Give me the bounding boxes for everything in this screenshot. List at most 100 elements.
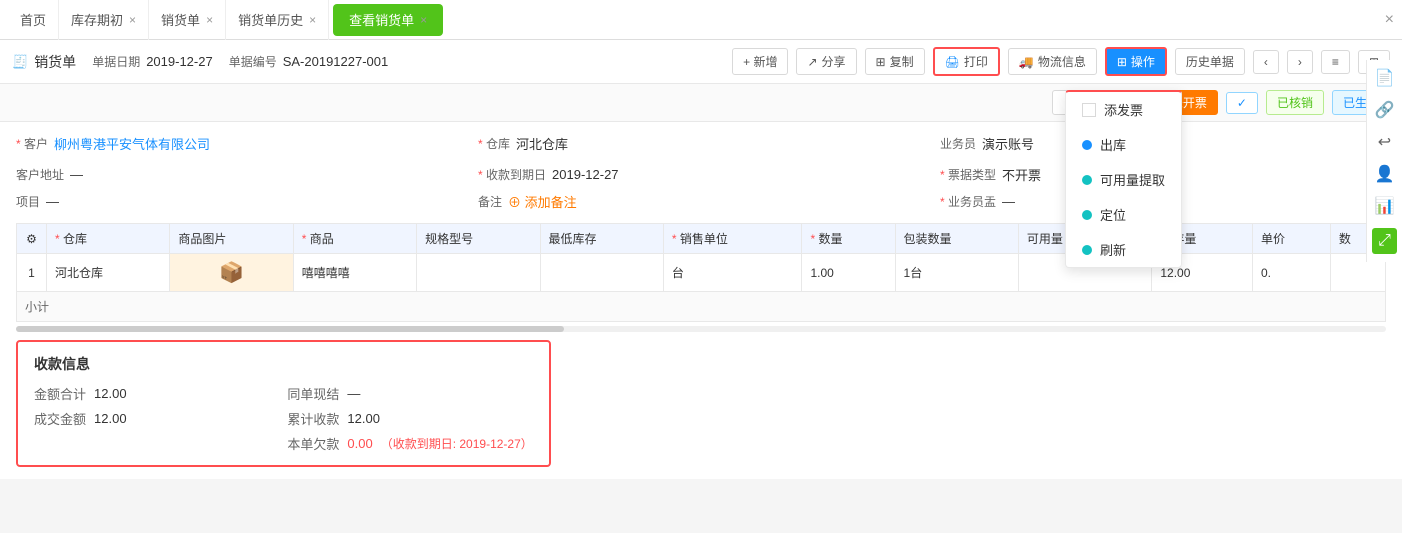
list-view-button[interactable]: ≡ — [1321, 50, 1350, 74]
due-date-field: 收款到期日 2019-12-27 — [478, 165, 924, 184]
col-gear[interactable]: ⚙ — [17, 224, 47, 254]
payment-title: 收款信息 — [34, 354, 533, 374]
balance-value: 0.00 — [347, 436, 372, 451]
plus-icon: ⊕ — [508, 195, 521, 210]
sidebar-user-icon[interactable]: 👤 — [1375, 164, 1395, 184]
add-invoice-checkbox[interactable] — [1082, 103, 1096, 117]
payment-grid: 金额合计 12.00 同单现结 — 成交金额 12.00 累计收款 12.00 … — [34, 384, 533, 453]
total-amount-value: 12.00 — [94, 386, 127, 401]
doc-title-area: 🧾 销货单 — [12, 52, 76, 72]
tab-sales-history[interactable]: 销货单历史 × — [226, 0, 329, 40]
doc-title-label: 销货单 — [34, 52, 76, 72]
col-min-stock: 最低库存 — [540, 224, 663, 254]
tab-sales[interactable]: 销货单 × — [149, 0, 226, 40]
confirm-button[interactable]: ✓ — [1226, 92, 1258, 114]
doc-actions: + 新增 ↗ 分享 ⊞ 复制 🖨 打印 🚚 物流信息 ⊞ 操作 历史单据 ‹ ›… — [732, 47, 1390, 76]
locate-item[interactable]: 定位 — [1066, 197, 1181, 232]
row-image: 📦 — [170, 254, 293, 292]
row-product: 嘻嘻嘻嘻 — [293, 254, 416, 292]
tab-inventory-close[interactable]: × — [129, 13, 136, 27]
copy-button[interactable]: ⊞ 复制 — [865, 48, 925, 75]
history-button[interactable]: 历史单据 — [1175, 48, 1245, 75]
warehouse-field: 仓库 河北仓库 — [478, 134, 924, 153]
right-sidebar: 📄 🔗 ↩ 👤 📊 ⤢ — [1366, 60, 1402, 262]
address-field: 客户地址 — — [16, 165, 462, 184]
share-button[interactable]: ↗ 分享 — [796, 48, 856, 75]
due-date-label: 收款到期日 — [478, 166, 546, 183]
sidebar-back-icon[interactable]: ↩ — [1378, 132, 1391, 152]
add-invoice-item[interactable]: 添发票 — [1066, 92, 1181, 127]
sidebar-expand-icon[interactable]: ⤢ — [1372, 228, 1397, 254]
logistics-button[interactable]: 🚚 物流信息 — [1008, 48, 1097, 75]
refresh-item[interactable]: 刷新 — [1066, 232, 1181, 267]
doc-meta: 单据日期 2019-12-27 单据编号 SA-20191227-001 — [92, 53, 388, 70]
subtotal-row: 小计 — [17, 292, 1386, 322]
note-add[interactable]: ⊕ 添加备注 — [508, 192, 577, 211]
confirm-icon: ✓ — [1237, 96, 1247, 110]
doc-date-label: 单据日期 — [92, 53, 140, 70]
subtotal-label: 小计 — [17, 292, 1386, 322]
print-button[interactable]: 🖨 打印 — [933, 47, 1000, 76]
customer-value[interactable]: 柳州粤港平安气体有限公司 — [54, 134, 210, 153]
col-warehouse: 仓库 — [47, 224, 170, 254]
balance-note: （收款到期日: 2019-12-27） — [381, 435, 533, 452]
locate-dot — [1082, 210, 1092, 220]
col-pack-qty: 包装数量 — [895, 224, 1018, 254]
cumulative-row: 累计收款 12.00 — [287, 409, 532, 428]
status-sold: 已核销 — [1266, 90, 1324, 115]
tab-sales-close[interactable]: × — [206, 13, 213, 27]
outbound-item[interactable]: 出库 — [1066, 127, 1181, 162]
outbound-dot — [1082, 140, 1092, 150]
address-label: 客户地址 — [16, 166, 64, 183]
next-button[interactable]: › — [1287, 50, 1313, 74]
sidebar-chart-icon[interactable]: 📊 — [1375, 196, 1395, 216]
col-product: 商品 — [293, 224, 416, 254]
bottom-section: 收款信息 金额合计 12.00 同单现结 — 成交金额 12.00 累计收款 1… — [16, 340, 1386, 467]
print-icon: 🖨 — [945, 55, 960, 69]
project-field: 项目 — — [16, 192, 462, 211]
table-scrollbar[interactable] — [16, 326, 1386, 332]
transaction-value: 12.00 — [94, 411, 127, 426]
tab-home[interactable]: 首页 — [8, 0, 59, 40]
col-image: 商品图片 — [170, 224, 293, 254]
copy-icon: ⊞ — [876, 55, 886, 69]
operation-button[interactable]: ⊞ 操作 — [1105, 47, 1167, 76]
row-price: 0. — [1252, 254, 1330, 292]
op-icon: ⊞ — [1117, 55, 1127, 69]
warehouse-label: 仓库 — [478, 135, 510, 152]
available-qty-item[interactable]: 可用量提取 — [1066, 162, 1181, 197]
col-price: 单价 — [1252, 224, 1330, 254]
salesperson-label: 业务员盂 — [940, 193, 996, 210]
row-warehouse: 河北仓库 — [47, 254, 170, 292]
doc-icon: 🧾 — [12, 54, 28, 70]
project-label: 项目 — [16, 193, 40, 210]
doc-no-label: 单据编号 — [229, 53, 277, 70]
staff-label: 业务员 — [940, 135, 976, 152]
available-qty-dot — [1082, 175, 1092, 185]
doc-date-item: 单据日期 2019-12-27 — [92, 53, 213, 70]
add-button[interactable]: + 新增 — [732, 48, 788, 75]
warehouse-value: 河北仓库 — [516, 134, 568, 153]
address-value: — — [70, 167, 83, 182]
refresh-dot — [1082, 245, 1092, 255]
share-icon: ↗ — [807, 55, 817, 69]
total-amount-label: 金额合计 — [34, 384, 86, 403]
doc-no-item: 单据编号 SA-20191227-001 — [229, 53, 389, 70]
row-min-stock — [540, 254, 663, 292]
tab-view-sales-close[interactable]: × — [420, 13, 427, 27]
doc-header: 🧾 销货单 单据日期 2019-12-27 单据编号 SA-20191227-0… — [0, 40, 1402, 84]
prev-button[interactable]: ‹ — [1253, 50, 1279, 74]
ticket-type-label: 票据类型 — [940, 166, 996, 183]
tab-sales-history-close[interactable]: × — [309, 13, 316, 27]
cumulative-value: 12.00 — [347, 411, 380, 426]
global-close[interactable]: × — [1385, 11, 1394, 29]
same-order-value: — — [347, 386, 360, 401]
row-quantity: 1.00 — [802, 254, 895, 292]
tab-view-sales[interactable]: 查看销货单 × — [333, 4, 443, 36]
row-index: 1 — [17, 254, 47, 292]
tab-inventory[interactable]: 库存期初 × — [59, 0, 149, 40]
note-field: 备注 ⊕ 添加备注 — [478, 192, 924, 211]
sidebar-doc-icon[interactable]: 📄 — [1375, 68, 1395, 88]
sidebar-link-icon[interactable]: 🔗 — [1375, 100, 1395, 120]
salesperson-value: — — [1002, 194, 1015, 209]
